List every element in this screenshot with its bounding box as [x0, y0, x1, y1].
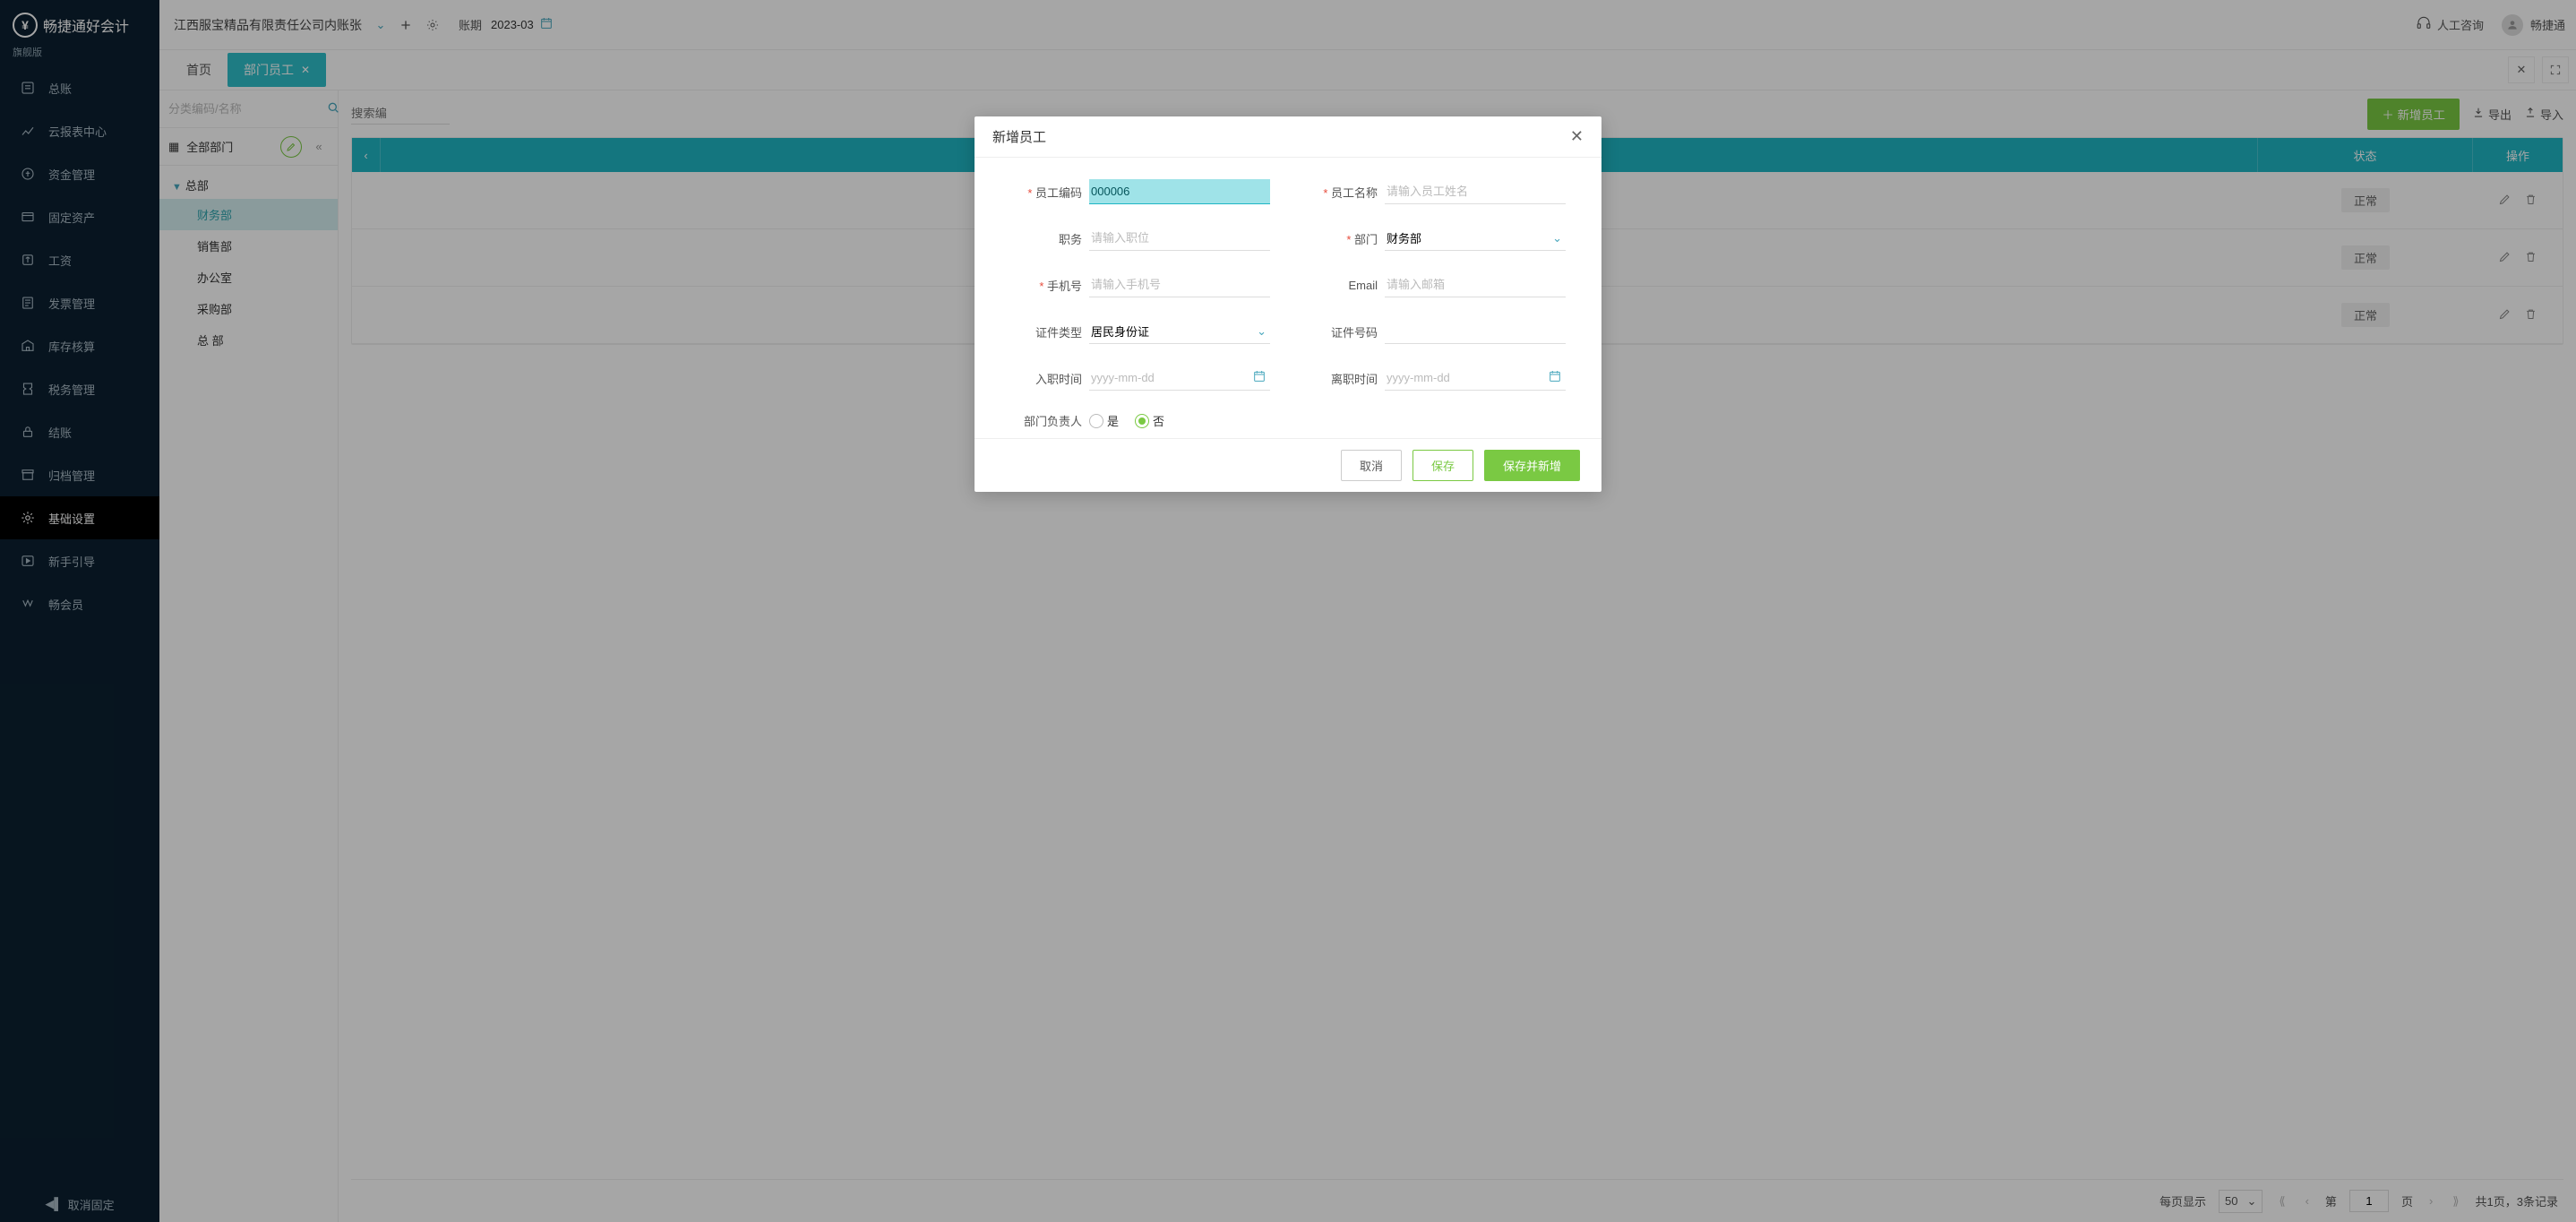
chevron-down-icon[interactable]: ⌄	[1552, 231, 1562, 245]
id-number-input[interactable]	[1385, 319, 1566, 344]
label-position: 职务	[1010, 230, 1082, 247]
modal-close-button[interactable]: ✕	[1570, 127, 1584, 146]
save-and-new-button[interactable]: 保存并新增	[1484, 450, 1580, 481]
save-button[interactable]: 保存	[1413, 450, 1473, 481]
radio-yes[interactable]: 是	[1089, 412, 1119, 429]
modal-body: 员工编码 员工名称 职务 部门 ⌄	[975, 158, 1601, 438]
add-employee-modal: 新增员工 ✕ 员工编码 员工名称 职务	[975, 116, 1601, 492]
label-leader: 部门负责人	[1010, 412, 1082, 429]
leave-date-input[interactable]	[1385, 366, 1566, 391]
hire-date-input[interactable]	[1089, 366, 1270, 391]
id-type-select[interactable]	[1089, 319, 1270, 344]
dept-select[interactable]	[1385, 226, 1566, 251]
label-name: 员工名称	[1306, 184, 1378, 201]
cancel-button[interactable]: 取消	[1341, 450, 1402, 481]
radio-no[interactable]: 否	[1135, 412, 1164, 429]
position-input[interactable]	[1089, 226, 1270, 251]
label-hire: 入职时间	[1010, 370, 1082, 387]
label-idno: 证件号码	[1306, 323, 1378, 340]
leader-radio-group: 是 否	[1089, 412, 1164, 429]
phone-input[interactable]	[1089, 272, 1270, 297]
modal-footer: 取消 保存 保存并新增	[975, 438, 1601, 492]
calendar-icon[interactable]	[1252, 369, 1267, 386]
modal-overlay[interactable]: 新增员工 ✕ 员工编码 员工名称 职务	[0, 0, 2576, 1222]
label-email: Email	[1306, 279, 1378, 292]
label-phone: 手机号	[1010, 277, 1082, 294]
label-idtype: 证件类型	[1010, 323, 1082, 340]
label-leave: 离职时间	[1306, 370, 1378, 387]
employee-name-input[interactable]	[1385, 179, 1566, 204]
chevron-down-icon[interactable]: ⌄	[1257, 324, 1267, 339]
calendar-icon[interactable]	[1548, 369, 1562, 386]
modal-title: 新增员工	[992, 127, 1046, 146]
label-dept: 部门	[1306, 230, 1378, 247]
email-input[interactable]	[1385, 272, 1566, 297]
employee-code-input[interactable]	[1089, 179, 1270, 204]
modal-header: 新增员工 ✕	[975, 116, 1601, 158]
label-code: 员工编码	[1010, 184, 1082, 201]
